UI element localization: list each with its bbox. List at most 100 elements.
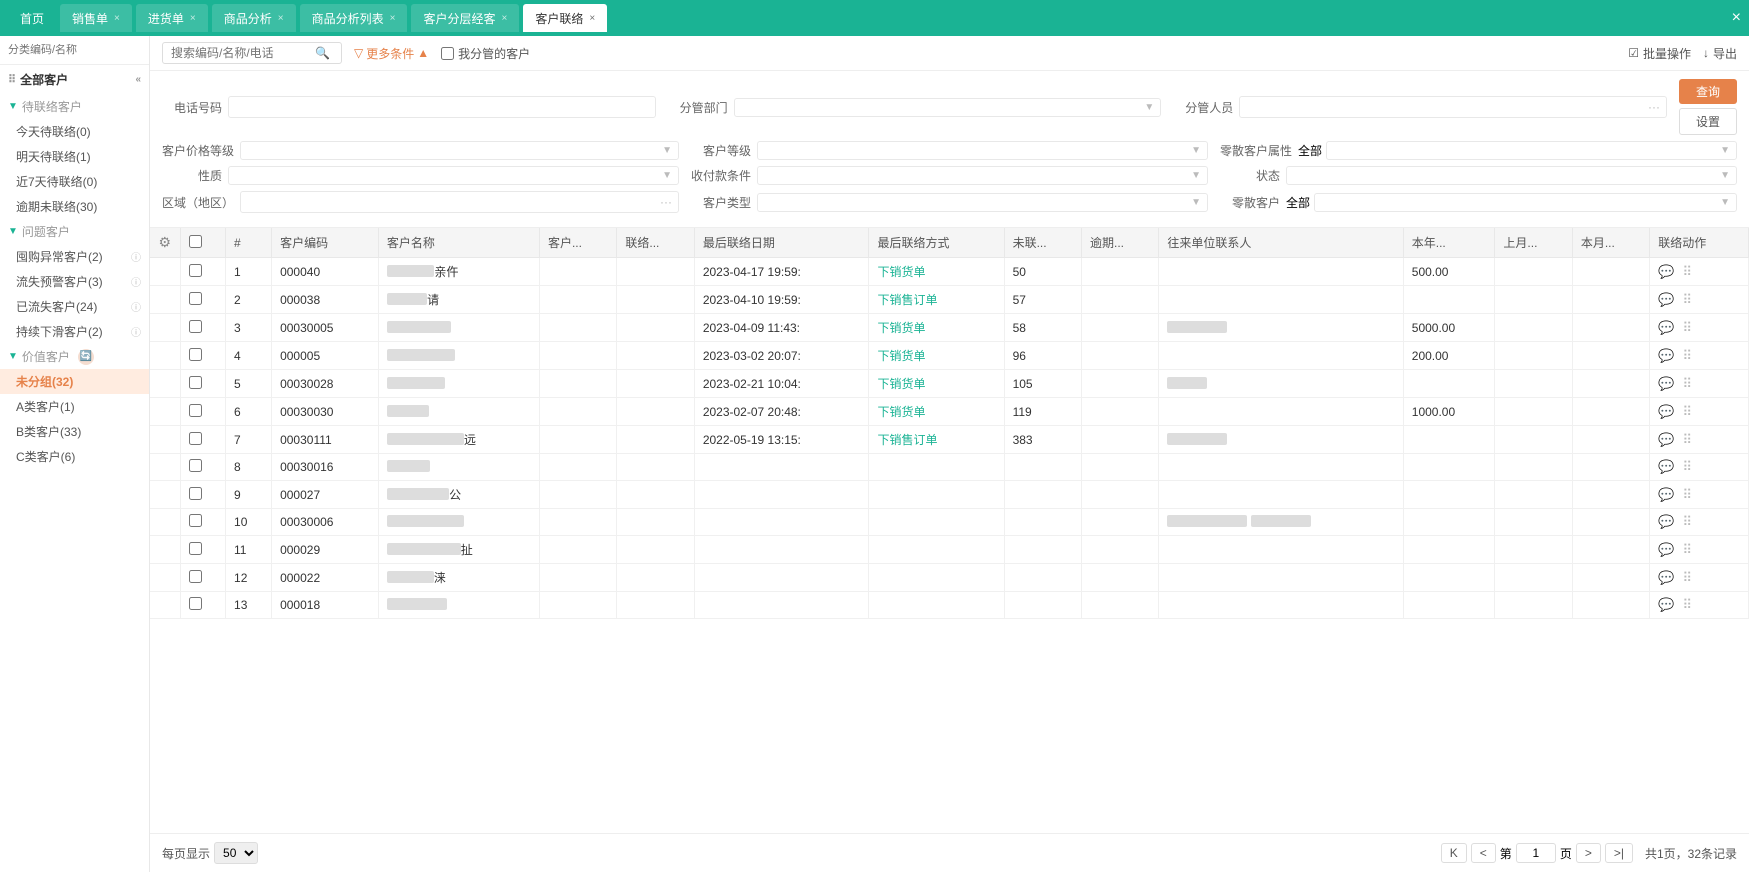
batch-ops-btn[interactable]: ☑ 批量操作 [1628,45,1691,62]
row-select-checkbox[interactable] [189,292,202,305]
settings-icon[interactable]: ⚙ [158,234,171,250]
grid-icon[interactable]: ⠿ [1682,570,1692,586]
row-select-checkbox[interactable] [189,432,202,445]
row-select-checkbox[interactable] [189,487,202,500]
grid-icon[interactable]: ⠿ [1682,376,1692,392]
sidebar-item-7days[interactable]: 近7天待联络(0) [0,169,149,194]
sidebar-item-ungroup[interactable]: 未分组(32) [0,369,149,394]
grid-icon[interactable]: ⠿ [1682,264,1692,280]
row-select-checkbox[interactable] [189,514,202,527]
nav-tab-sales[interactable]: 销售单 × [60,4,132,32]
nav-tab-product-list[interactable]: 商品分析列表 × [300,4,408,32]
last-method-link[interactable]: 下销售订单 [877,433,937,447]
chat-icon[interactable]: 💬 [1658,320,1674,336]
sidebar-item-overdue[interactable]: 逾期未联络(30) [0,194,149,219]
grid-icon[interactable]: ⠿ [1682,404,1692,420]
row-select-checkbox[interactable] [189,348,202,361]
my-customers-check[interactable] [441,47,454,60]
close-icon[interactable]: × [114,13,120,24]
chat-icon[interactable]: 💬 [1658,348,1674,364]
customer-type-select[interactable]: ▼ [757,193,1208,212]
last-page-btn[interactable]: >| [1605,843,1633,863]
search-icon[interactable]: 🔍 [315,46,330,60]
chat-icon[interactable]: 💬 [1658,264,1674,280]
sidebar-item-today[interactable]: 今天待联络(0) [0,119,149,144]
query-button[interactable]: 查询 [1679,79,1737,104]
chat-icon[interactable]: 💬 [1658,487,1674,503]
nav-tab-home[interactable]: 首页 [8,4,56,32]
manager-input[interactable]: ··· [1239,96,1667,118]
row-select-checkbox[interactable] [189,320,202,333]
sidebar-item-tomorrow[interactable]: 明天待联络(1) [0,144,149,169]
reset-button[interactable]: 设置 [1679,108,1737,135]
prev-page-btn[interactable]: < [1471,843,1496,863]
grid-icon[interactable]: ⠿ [1682,320,1692,336]
search-input[interactable] [171,46,311,60]
chat-icon[interactable]: 💬 [1658,376,1674,392]
nature-select[interactable]: ▼ [228,166,679,185]
last-method-link[interactable]: 下销货单 [877,349,925,363]
grid-icon[interactable]: ⠿ [1682,487,1692,503]
customer-level-select[interactable]: ▼ [757,141,1208,160]
sidebar-item-class-b[interactable]: B类客户(33) [0,419,149,444]
phone-input[interactable] [228,96,656,118]
close-window-icon[interactable]: × [1732,9,1741,27]
sidebar-item-churn-warning[interactable]: 流失预警客户(3) ⓘ [0,269,149,294]
close-icon[interactable]: × [190,13,196,24]
nav-tab-customer-contact[interactable]: 客户联络 × [523,4,607,32]
chat-icon[interactable]: 💬 [1658,404,1674,420]
row-select-checkbox[interactable] [189,404,202,417]
chat-icon[interactable]: 💬 [1658,597,1674,613]
row-select-checkbox[interactable] [189,542,202,555]
sidebar-item-declining[interactable]: 持续下滑客户(2) ⓘ [0,319,149,344]
sidebar-search-input[interactable] [8,44,150,56]
row-select-checkbox[interactable] [189,459,202,472]
sidebar-item-lost[interactable]: 已流失客户(24) ⓘ [0,294,149,319]
scatter-customer-select[interactable]: ▼ [1314,193,1737,212]
first-page-btn[interactable]: K [1441,843,1467,863]
group-pending-contact[interactable]: ▼ 待联络客户 [0,94,149,119]
chat-icon[interactable]: 💬 [1658,432,1674,448]
chat-icon[interactable]: 💬 [1658,542,1674,558]
row-select-checkbox[interactable] [189,597,202,610]
last-method-link[interactable]: 下销货单 [877,321,925,335]
close-icon[interactable]: × [589,13,595,24]
sidebar-all-customers[interactable]: ⠿ 全部客户 « [0,65,149,94]
nav-tab-purchase[interactable]: 进货单 × [136,4,208,32]
price-level-select[interactable]: ▼ [240,141,679,160]
grid-icon[interactable]: ⠿ [1682,542,1692,558]
dept-select[interactable]: ▼ [734,98,1162,117]
group-problem-customers[interactable]: ▼ 问题客户 [0,219,149,244]
grid-icon[interactable]: ⠿ [1682,292,1692,308]
sidebar-item-hoard[interactable]: 囤购异常客户(2) ⓘ [0,244,149,269]
payment-select[interactable]: ▼ [757,166,1208,185]
chat-icon[interactable]: 💬 [1658,459,1674,475]
row-select-checkbox[interactable] [189,264,202,277]
sidebar-item-class-c[interactable]: C类客户(6) [0,444,149,469]
grid-icon[interactable]: ⠿ [1682,597,1692,613]
close-icon[interactable]: × [278,13,284,24]
region-input[interactable]: ··· [240,191,679,213]
export-btn[interactable]: ↓ 导出 [1703,45,1737,62]
row-select-checkbox[interactable] [189,570,202,583]
grid-icon[interactable]: ⠿ [1682,514,1692,530]
chat-icon[interactable]: 💬 [1658,514,1674,530]
last-method-link[interactable]: 下销售订单 [877,293,937,307]
close-icon[interactable]: × [501,13,507,24]
group-value-customers[interactable]: ▼ 价值客户 🔄 [0,344,149,369]
grid-icon[interactable]: ⠿ [1682,348,1692,364]
chat-icon[interactable]: 💬 [1658,292,1674,308]
row-select-checkbox[interactable] [189,376,202,389]
last-method-link[interactable]: 下销货单 [877,405,925,419]
next-page-btn[interactable]: > [1576,843,1601,863]
more-conditions-btn[interactable]: ▽ 更多条件 ▲ [354,45,429,62]
sidebar-item-class-a[interactable]: A类客户(1) [0,394,149,419]
scatter-attr-select[interactable]: ▼ [1326,141,1737,160]
grid-icon[interactable]: ⠿ [1682,432,1692,448]
page-number-input[interactable] [1516,843,1556,863]
last-method-link[interactable]: 下销货单 [877,377,925,391]
collapse-icon[interactable]: « [135,74,141,85]
close-icon[interactable]: × [390,13,396,24]
grid-icon[interactable]: ⠿ [1682,459,1692,475]
nav-tab-customer-tier[interactable]: 客户分层经客 × [411,4,519,32]
